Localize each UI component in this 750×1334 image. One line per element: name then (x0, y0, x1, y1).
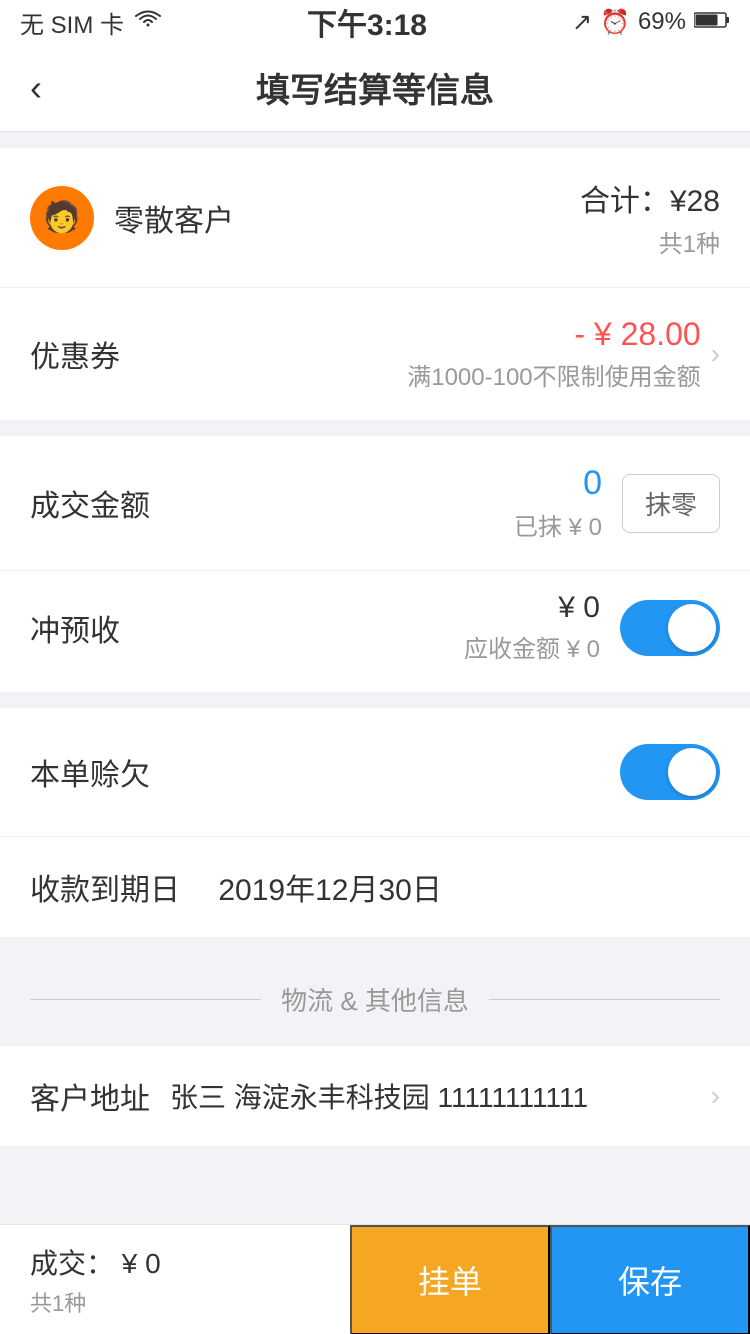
wifi-icon (134, 8, 162, 36)
status-bar: 无 SIM 卡 下午3:18 ↗ ⏰ 69% (0, 0, 750, 44)
customer-row: 🧑 零散客户 合计：¥28 共1种 (0, 148, 750, 287)
status-left: 无 SIM 卡 (20, 5, 162, 40)
customer-section: 🧑 零散客户 合计：¥28 共1种 优惠券 - ¥ 28.00 满1000-10… (0, 148, 750, 420)
prepay-row: 冲预收 ¥ 0 应收金额 ¥ 0 (30, 591, 720, 664)
status-time: 下午3:18 (307, 0, 427, 44)
prepay-amounts: ¥ 0 应收金额 ¥ 0 (464, 591, 600, 664)
coupon-desc: 满1000-100不限制使用金额 (407, 357, 700, 392)
transaction-right: 0 已抹 ¥ 0 抹零 (514, 464, 720, 542)
coupon-amount: - ¥ 28.00 (407, 316, 700, 353)
coupon-right: - ¥ 28.00 满1000-100不限制使用金额 › (407, 316, 720, 392)
prepay-sub: 应收金额 ¥ 0 (464, 629, 600, 664)
prepay-toggle[interactable] (620, 600, 720, 656)
debt-section: 本单赊欠 收款到期日 2019年12月30日 (0, 708, 750, 937)
customer-left: 🧑 零散客户 (30, 186, 234, 250)
coupon-label: 优惠券 (30, 332, 120, 376)
bottom-deal-amount: 成交： ¥ 0 (30, 1242, 320, 1282)
customer-name: 零散客户 (114, 196, 234, 240)
transaction-amount-area: 0 已抹 ¥ 0 (514, 464, 602, 542)
transaction-value[interactable]: 0 (514, 464, 602, 503)
divider-line-left (30, 999, 261, 1000)
avatar-icon: 🧑 (43, 200, 80, 235)
due-date-label: 收款到期日 (30, 874, 180, 907)
coupon-values: - ¥ 28.00 满1000-100不限制使用金额 (407, 316, 700, 392)
sim-text: 无 SIM 卡 (20, 5, 124, 40)
logistics-label: 物流 & 其他信息 (281, 981, 469, 1018)
transaction-row: 成交金额 0 已抹 ¥ 0 抹零 (0, 436, 750, 570)
logistics-divider: 物流 & 其他信息 (0, 953, 750, 1046)
due-date-value: 2019年12月30日 (218, 874, 441, 907)
transaction-section: 成交金额 0 已抹 ¥ 0 抹零 冲预收 ¥ 0 应收金额 ¥ 0 (0, 436, 750, 692)
total-amount: 合计：¥28 (580, 176, 720, 220)
prepay-right: ¥ 0 应收金额 ¥ 0 (464, 591, 720, 664)
chevron-right-icon: › (711, 338, 720, 370)
debt-row: 本单赊欠 (0, 708, 750, 836)
due-date-row: 收款到期日 2019年12月30日 (0, 836, 750, 937)
battery-text: 69% (638, 8, 686, 36)
transaction-label: 成交金额 (30, 481, 150, 525)
address-label: 客户地址 (30, 1074, 150, 1118)
bottom-deal-count: 共1种 (30, 1286, 320, 1318)
alarm-icon: ⏰ (600, 8, 630, 37)
debt-toggle[interactable] (620, 744, 720, 800)
total-count: 共1种 (580, 224, 720, 259)
address-chevron-icon: › (711, 1080, 720, 1112)
prepay-divider-row: 冲预收 ¥ 0 应收金额 ¥ 0 (0, 570, 750, 692)
save-button[interactable]: 保存 (550, 1225, 750, 1334)
prepay-label: 冲预收 (30, 606, 120, 650)
transaction-sub: 已抹 ¥ 0 (514, 507, 602, 542)
toggle-knob (668, 604, 716, 652)
avatar: 🧑 (30, 186, 94, 250)
back-button[interactable]: ‹ (30, 67, 42, 109)
divider-line-right (489, 999, 720, 1000)
round-off-button[interactable]: 抹零 (622, 474, 720, 533)
page-title: 填写结算等信息 (256, 63, 494, 112)
battery-icon (694, 8, 730, 36)
prepay-amount: ¥ 0 (464, 591, 600, 625)
location-icon: ↗ (572, 8, 592, 37)
debt-label: 本单赊欠 (30, 750, 150, 794)
bottom-bar: 成交： ¥ 0 共1种 挂单 保存 (0, 1224, 750, 1334)
coupon-row[interactable]: 优惠券 - ¥ 28.00 满1000-100不限制使用金额 › (0, 287, 750, 420)
hold-button[interactable]: 挂单 (350, 1225, 550, 1334)
bottom-info: 成交： ¥ 0 共1种 (0, 1242, 350, 1318)
nav-bar: ‹ 填写结算等信息 (0, 44, 750, 132)
address-value: 张三 海淀永丰科技园 11111111111 (170, 1076, 711, 1116)
debt-toggle-knob (668, 748, 716, 796)
status-right: ↗ ⏰ 69% (572, 8, 730, 37)
address-row[interactable]: 客户地址 张三 海淀永丰科技园 11111111111 › (0, 1046, 750, 1146)
customer-right: 合计：¥28 共1种 (580, 176, 720, 259)
